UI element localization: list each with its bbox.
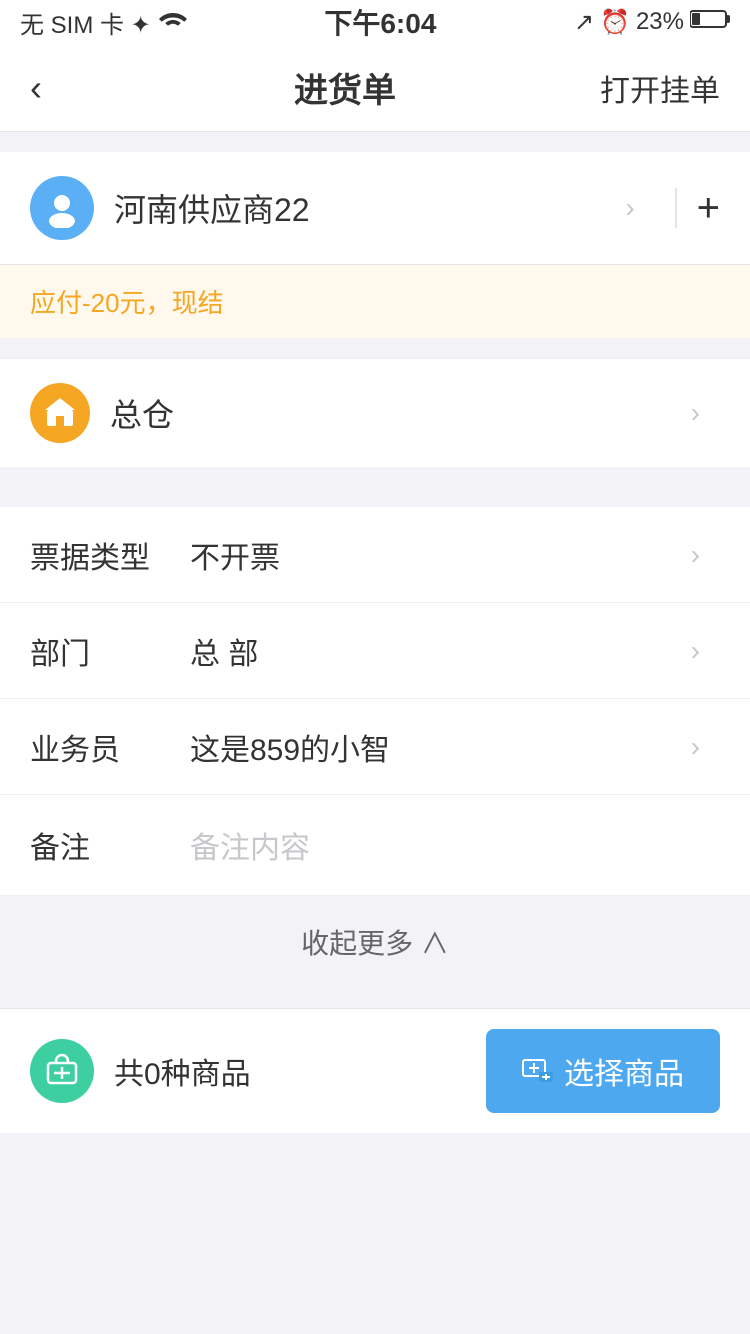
back-button[interactable]: ‹ xyxy=(30,67,90,109)
add-supplier-button[interactable]: + xyxy=(697,186,720,231)
status-left: 无 SIM 卡 ✦ xyxy=(20,5,187,40)
salesman-row[interactable]: 业务员 这是859的小智 › xyxy=(0,699,750,795)
warehouse-section: 总仓 › xyxy=(0,358,750,467)
remarks-label: 备注 xyxy=(30,823,170,867)
remarks-input[interactable]: 备注内容 xyxy=(170,823,720,867)
warehouse-row[interactable]: 总仓 › xyxy=(0,358,750,467)
bottom-bar: 共0种商品 选择商品 xyxy=(0,1008,750,1133)
collapse-row[interactable]: 收起更多 ∧ xyxy=(0,896,750,988)
status-bar: 无 SIM 卡 ✦ 下午6:04 ↗ ⏰ 23% xyxy=(0,0,750,44)
salesman-value: 这是859的小智 xyxy=(170,725,691,769)
notice-bar: 应付-20元，现结 xyxy=(0,265,750,338)
page-title: 进货单 xyxy=(294,63,396,112)
warehouse-name: 总仓 xyxy=(110,390,691,436)
page-content: 河南供应商22 › + 应付-20元，现结 总仓 › 票 xyxy=(0,132,750,1334)
invoice-type-row[interactable]: 票据类型 不开票 › xyxy=(0,507,750,603)
signal-text: 无 SIM 卡 ✦ xyxy=(20,5,151,40)
collapse-label: 收起更多 ∧ xyxy=(301,928,449,959)
warehouse-chevron-icon: › xyxy=(691,397,700,429)
supplier-name: 河南供应商22 xyxy=(114,185,625,231)
alarm-icon: ⏰ xyxy=(600,8,630,37)
product-icon xyxy=(30,1039,94,1103)
battery-text: 23% xyxy=(636,8,684,36)
gap-2 xyxy=(0,338,750,358)
wifi-icon xyxy=(159,8,187,36)
department-row[interactable]: 部门 总 部 › xyxy=(0,603,750,699)
invoice-type-value: 不开票 xyxy=(170,533,691,577)
status-right: ↗ ⏰ 23% xyxy=(574,8,730,37)
invoice-type-label: 票据类型 xyxy=(30,533,170,577)
gap-1 xyxy=(0,132,750,152)
warehouse-icon xyxy=(30,383,90,443)
supplier-row[interactable]: 河南供应商22 › + xyxy=(0,152,750,265)
select-product-label: 选择商品 xyxy=(564,1049,684,1093)
invoice-type-chevron-icon: › xyxy=(691,539,700,571)
supplier-avatar xyxy=(30,176,94,240)
location-icon: ↗ xyxy=(574,8,594,37)
supplier-chevron-icon: › xyxy=(625,192,634,224)
status-time: 下午6:04 xyxy=(324,2,436,42)
nav-bar: ‹ 进货单 打开挂单 xyxy=(0,44,750,132)
notice-text: 应付-20元，现结 xyxy=(30,288,224,318)
product-count-label: 共0种商品 xyxy=(114,1049,486,1093)
form-section: 票据类型 不开票 › 部门 总 部 › 业务员 这是859的小智 › 备注 备注… xyxy=(0,487,750,896)
open-pending-button[interactable]: 打开挂单 xyxy=(600,66,720,110)
department-label: 部门 xyxy=(30,629,170,673)
department-chevron-icon: › xyxy=(691,635,700,667)
salesman-chevron-icon: › xyxy=(691,731,700,763)
remarks-row[interactable]: 备注 备注内容 xyxy=(0,795,750,896)
select-product-button[interactable]: 选择商品 xyxy=(486,1029,720,1113)
salesman-label: 业务员 xyxy=(30,725,170,769)
supplier-divider xyxy=(675,188,677,228)
battery-icon xyxy=(690,8,730,36)
department-value: 总 部 xyxy=(170,629,691,673)
supplier-section: 河南供应商22 › + 应付-20元，现结 xyxy=(0,152,750,338)
gap-3 xyxy=(0,487,750,507)
